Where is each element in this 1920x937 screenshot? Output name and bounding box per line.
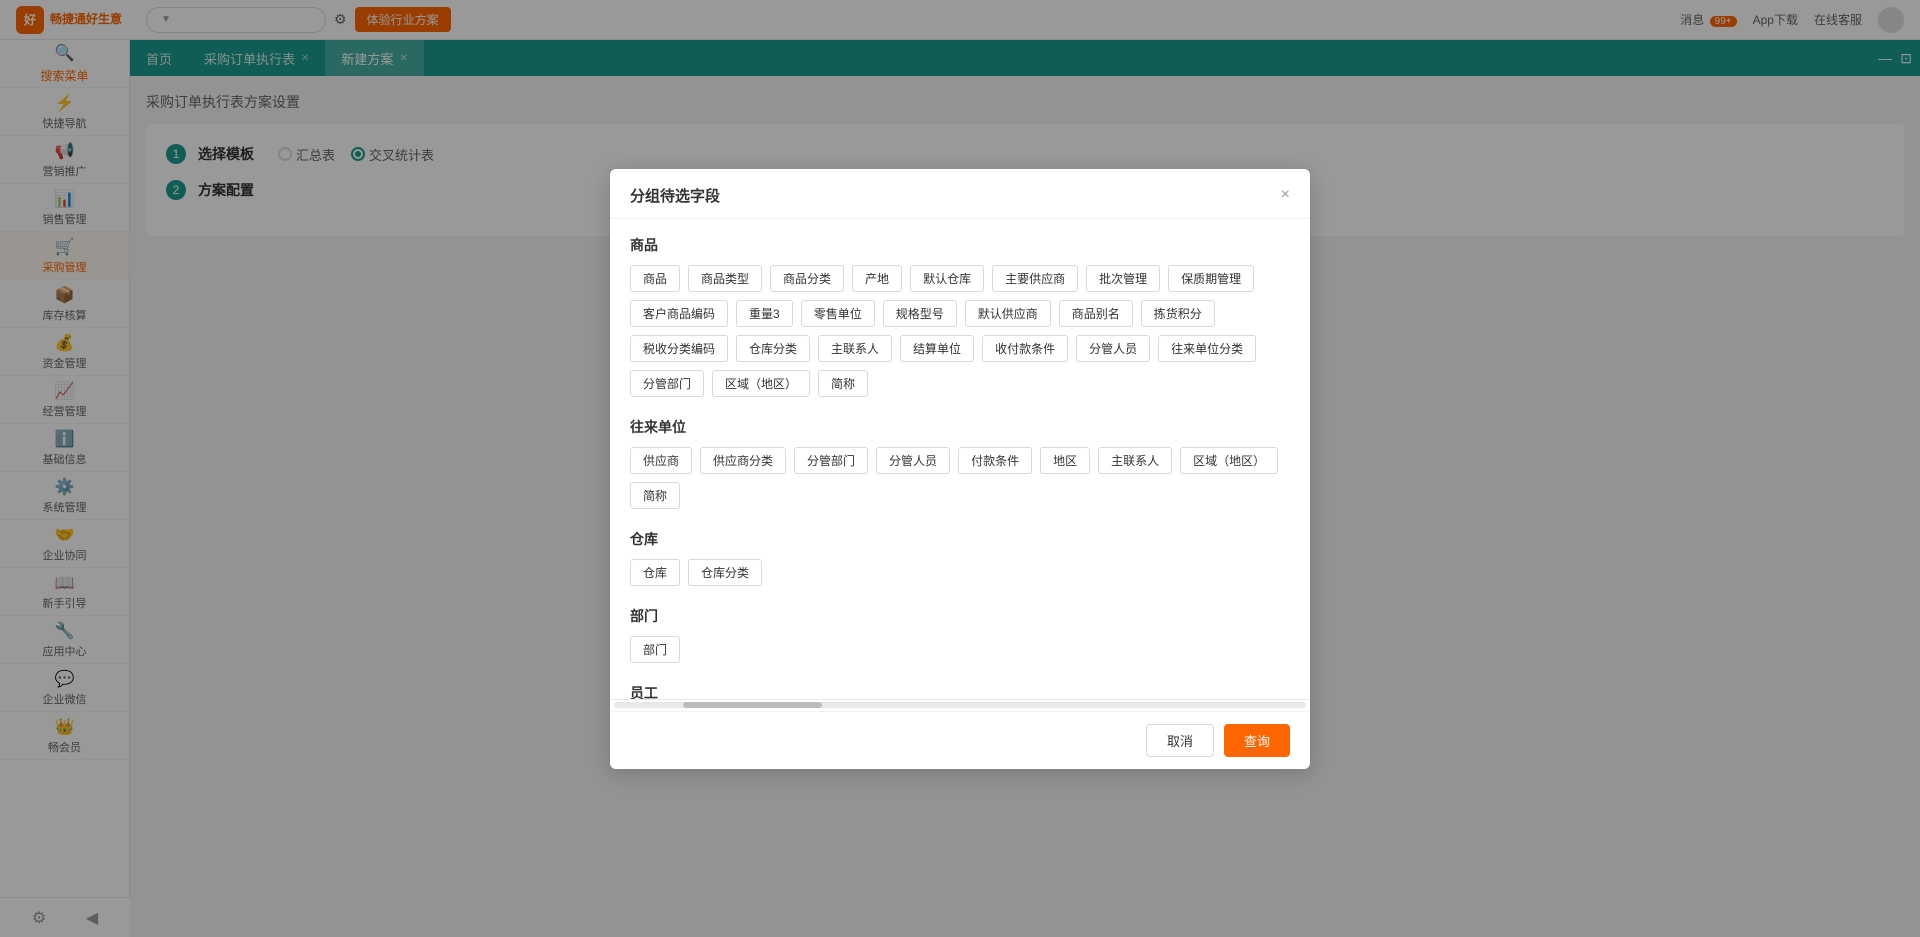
dialog-title: 分组待选字段 — [630, 185, 720, 206]
field-tag[interactable]: 仓库分类 — [688, 559, 762, 586]
group-product-fields: 商品 商品类型 商品分类 产地 默认仓库 主要供应商 批次管理 保质期管理 客户… — [630, 265, 1290, 397]
field-tag[interactable]: 分管部门 — [794, 447, 868, 474]
field-tag[interactable]: 商品别名 — [1059, 300, 1133, 327]
field-tag[interactable]: 主联系人 — [1098, 447, 1172, 474]
group-counterpart-fields: 供应商 供应商分类 分管部门 分管人员 付款条件 地区 主联系人 区域（地区） … — [630, 447, 1290, 509]
hscroll-bar — [614, 702, 1306, 708]
field-tag[interactable]: 往来单位分类 — [1158, 335, 1256, 362]
field-tag[interactable]: 默认仓库 — [910, 265, 984, 292]
group-department: 部门 部门 — [630, 606, 1290, 663]
field-tag[interactable]: 重量3 — [736, 300, 793, 327]
field-tag[interactable]: 客户商品编码 — [630, 300, 728, 327]
field-tag[interactable]: 部门 — [630, 636, 680, 663]
field-tag[interactable]: 主要供应商 — [992, 265, 1078, 292]
cancel-button[interactable]: 取消 — [1146, 724, 1214, 757]
field-tag[interactable]: 收付款条件 — [982, 335, 1068, 362]
field-tag[interactable]: 保质期管理 — [1168, 265, 1254, 292]
hscroll-thumb — [683, 702, 821, 708]
group-warehouse: 仓库 仓库 仓库分类 — [630, 529, 1290, 586]
field-tag[interactable]: 商品分类 — [770, 265, 844, 292]
field-tag[interactable]: 付款条件 — [958, 447, 1032, 474]
field-tag[interactable]: 产地 — [852, 265, 902, 292]
group-employee: 员工 业务员 — [630, 683, 1290, 699]
dialog-horizontal-scrollbar[interactable] — [610, 699, 1310, 711]
field-tag[interactable]: 零售单位 — [801, 300, 875, 327]
confirm-button[interactable]: 查询 — [1224, 724, 1290, 757]
field-tag[interactable]: 默认供应商 — [965, 300, 1051, 327]
field-tag[interactable]: 简称 — [630, 482, 680, 509]
field-tag[interactable]: 供应商分类 — [700, 447, 786, 474]
field-tag[interactable]: 分管部门 — [630, 370, 704, 397]
field-tag[interactable]: 商品 — [630, 265, 680, 292]
field-tag[interactable]: 拣货积分 — [1141, 300, 1215, 327]
field-select-dialog: 分组待选字段 × 商品 商品 商品类型 商品分类 产地 默认仓库 主要供应商 批… — [610, 169, 1310, 769]
field-tag[interactable]: 仓库 — [630, 559, 680, 586]
dialog-close-button[interactable]: × — [1281, 186, 1290, 204]
group-warehouse-fields: 仓库 仓库分类 — [630, 559, 1290, 586]
group-department-title: 部门 — [630, 606, 1290, 626]
field-tag[interactable]: 区域（地区） — [712, 370, 810, 397]
field-tag[interactable]: 分管人员 — [1076, 335, 1150, 362]
group-counterpart-title: 往来单位 — [630, 417, 1290, 437]
field-tag[interactable]: 结算单位 — [900, 335, 974, 362]
field-tag[interactable]: 区域（地区） — [1180, 447, 1278, 474]
dialog-body[interactable]: 商品 商品 商品类型 商品分类 产地 默认仓库 主要供应商 批次管理 保质期管理… — [610, 219, 1310, 699]
group-product: 商品 商品 商品类型 商品分类 产地 默认仓库 主要供应商 批次管理 保质期管理… — [630, 235, 1290, 397]
dialog-footer: 取消 查询 — [610, 711, 1310, 769]
field-tag[interactable]: 主联系人 — [818, 335, 892, 362]
field-tag[interactable]: 批次管理 — [1086, 265, 1160, 292]
field-tag[interactable]: 规格型号 — [883, 300, 957, 327]
group-department-fields: 部门 — [630, 636, 1290, 663]
group-employee-title: 员工 — [630, 683, 1290, 699]
field-tag[interactable]: 商品类型 — [688, 265, 762, 292]
field-tag[interactable]: 地区 — [1040, 447, 1090, 474]
group-product-title: 商品 — [630, 235, 1290, 255]
group-warehouse-title: 仓库 — [630, 529, 1290, 549]
field-tag[interactable]: 供应商 — [630, 447, 692, 474]
field-tag[interactable]: 仓库分类 — [736, 335, 810, 362]
field-tag[interactable]: 简称 — [818, 370, 868, 397]
field-tag[interactable]: 分管人员 — [876, 447, 950, 474]
dialog-header: 分组待选字段 × — [610, 169, 1310, 219]
group-counterpart: 往来单位 供应商 供应商分类 分管部门 分管人员 付款条件 地区 主联系人 区域… — [630, 417, 1290, 509]
field-tag[interactable]: 税收分类编码 — [630, 335, 728, 362]
dialog-overlay: 分组待选字段 × 商品 商品 商品类型 商品分类 产地 默认仓库 主要供应商 批… — [0, 0, 1920, 937]
